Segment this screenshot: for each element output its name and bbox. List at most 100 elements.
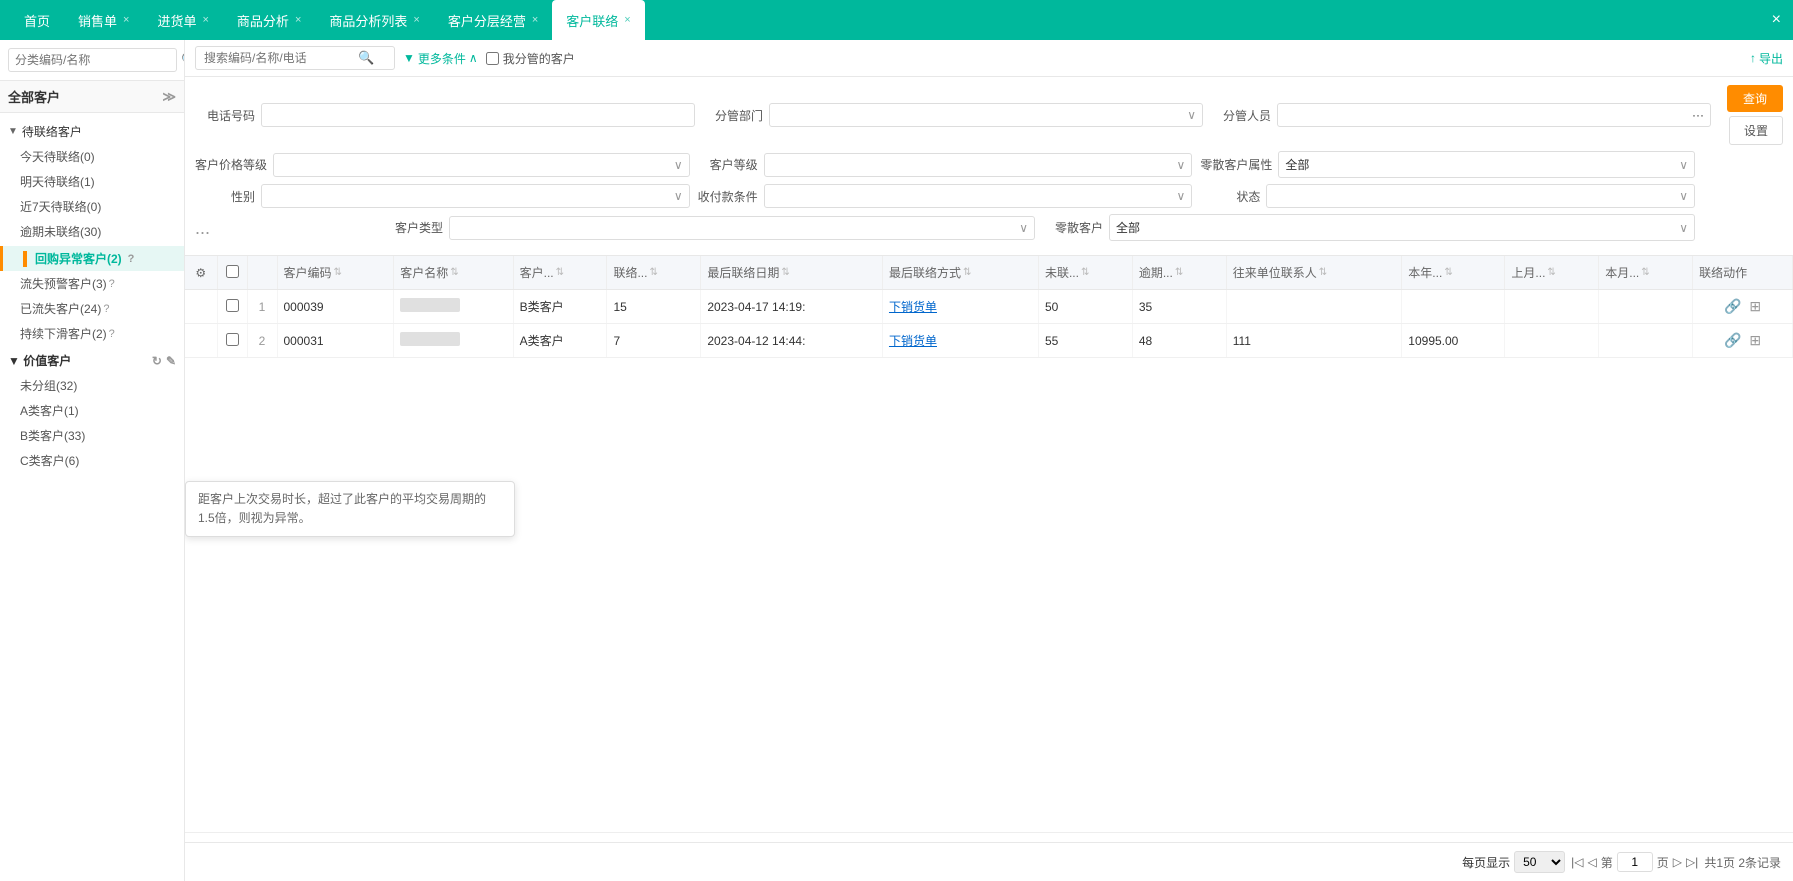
retail-customer-select[interactable]: 全部 ∨: [1109, 214, 1695, 241]
sidebar-item-7days[interactable]: 近7天待联络(0): [0, 194, 184, 219]
status-select[interactable]: ∨: [1266, 184, 1695, 208]
gender-select[interactable]: ∨: [261, 184, 690, 208]
next-page-icon[interactable]: ▷: [1673, 855, 1682, 869]
sidebar-item-ungrouped[interactable]: 未分组(32): [0, 373, 184, 398]
churned-help-icon: ?: [103, 303, 109, 315]
retail-customer-arrow-icon: ∨: [1679, 221, 1688, 235]
my-customer-check[interactable]: [486, 52, 499, 65]
export-btn[interactable]: ↑ 导出: [1750, 50, 1783, 67]
sidebar-item-overdue[interactable]: 逾期未联络(30): [0, 219, 184, 244]
filter-search-input[interactable]: [204, 51, 354, 65]
sidebar-item-declining[interactable]: 持续下滑客户(2) ?: [0, 321, 184, 346]
sidebar-item-b-customers[interactable]: B类客户(33): [0, 423, 184, 448]
sidebar-item-a-customers[interactable]: A类客户(1): [0, 398, 184, 423]
filter-payment-cell: 收付款条件 ∨: [698, 184, 1193, 208]
first-page-icon[interactable]: |◁: [1571, 855, 1583, 869]
sidebar-item-abnormal-repurchase[interactable]: 回购异常客户(2) ?: [0, 246, 184, 271]
select-all-checkbox[interactable]: [226, 265, 239, 278]
filter-customer-level-cell: 客户等级 ∨: [698, 153, 1193, 177]
sidebar-item-tomorrow[interactable]: 明天待联络(1): [0, 169, 184, 194]
sidebar: 🔍 全部客户 ≫ ▼ 待联络客户 今天待联络(0) 明天待联络(1) 近7天待联…: [0, 40, 185, 881]
th-settings[interactable]: ⚙: [185, 256, 217, 290]
th-last-contact-date[interactable]: 最后联络日期 ⇅: [701, 256, 883, 290]
last-page-icon[interactable]: ▷|: [1686, 855, 1698, 869]
sidebar-search-input[interactable]: [8, 48, 177, 72]
th-no-purchase[interactable]: 未联... ⇅: [1038, 256, 1132, 290]
th-unit-contacts[interactable]: 往来单位联系人 ⇅: [1226, 256, 1402, 290]
filter-customer-type-cell: 客户类型 ∨: [383, 216, 1035, 240]
nav-customer-ops[interactable]: 客户分层经营 ×: [434, 0, 552, 40]
customer-type-select[interactable]: ∨: [449, 216, 1035, 240]
value-edit-icon[interactable]: ✎: [166, 354, 176, 368]
action-link-icon[interactable]: 🔗: [1724, 332, 1741, 349]
close-sales-icon[interactable]: ×: [123, 14, 129, 26]
settings-button[interactable]: 设置: [1729, 116, 1783, 145]
payment-arrow-icon: ∨: [1177, 189, 1186, 203]
page-end-label: 页: [1657, 854, 1669, 871]
close-all-tabs-icon[interactable]: ×: [1772, 11, 1781, 29]
sidebar-value-title[interactable]: ▼ 价值客户 ↻ ✎: [0, 348, 184, 373]
more-conditions-arrow-icon: ∧: [469, 51, 478, 65]
sidebar-item-churned[interactable]: 已流失客户(24) ?: [0, 296, 184, 321]
sidebar-item-churn-warn[interactable]: 流失预警客户(3) ?: [0, 271, 184, 296]
status-label: 状态: [1200, 188, 1260, 205]
row-contact-count: 15: [607, 290, 701, 324]
my-customer-checkbox[interactable]: 我分管的客户: [486, 50, 575, 67]
filter-search-box: 🔍: [195, 46, 395, 70]
nav-purchase[interactable]: 进货单 ×: [143, 0, 222, 40]
nav-sales[interactable]: 销售单 ×: [64, 0, 143, 40]
branch-dept-select[interactable]: ∨: [769, 103, 1203, 127]
close-analysis-list-icon[interactable]: ×: [413, 14, 419, 26]
filter-search-icon[interactable]: 🔍: [358, 50, 374, 66]
phone-input[interactable]: [261, 103, 695, 127]
row-checkbox-cell[interactable]: [217, 290, 247, 324]
price-level-arrow-icon: ∨: [674, 158, 683, 172]
th-code[interactable]: 客户编码 ⇅: [277, 256, 394, 290]
filter-more-dots[interactable]: ...: [195, 218, 210, 238]
row-checkbox[interactable]: [226, 299, 239, 312]
nav-home[interactable]: 首页: [10, 0, 64, 40]
close-customer-contact-icon[interactable]: ×: [624, 14, 630, 26]
retail-attr-select[interactable]: 全部 ∨: [1278, 151, 1695, 178]
page-input[interactable]: [1617, 852, 1653, 872]
sidebar-collapse-icon[interactable]: ≫: [162, 89, 176, 105]
row-last-contact-method[interactable]: 下销货单: [882, 324, 1038, 358]
th-this-month[interactable]: 本月... ⇅: [1599, 256, 1693, 290]
th-last-month[interactable]: 上月... ⇅: [1505, 256, 1599, 290]
price-level-select[interactable]: ∨: [273, 153, 690, 177]
close-purchase-icon[interactable]: ×: [202, 14, 208, 26]
sidebar-item-c-customers[interactable]: C类客户(6): [0, 448, 184, 473]
th-name[interactable]: 客户名称 ⇅: [394, 256, 513, 290]
action-link-icon[interactable]: 🔗: [1724, 298, 1741, 315]
query-button[interactable]: 查询: [1727, 85, 1783, 112]
th-overdue[interactable]: 逾期... ⇅: [1132, 256, 1226, 290]
nav-analysis-list[interactable]: 商品分析列表 ×: [315, 0, 433, 40]
row-customer-type: A类客户: [513, 324, 607, 358]
branch-person-select[interactable]: ···: [1277, 103, 1711, 127]
th-last-contact-method[interactable]: 最后联络方式 ⇅: [882, 256, 1038, 290]
action-grid-icon[interactable]: ⊞: [1749, 298, 1761, 315]
close-analysis-icon[interactable]: ×: [295, 14, 301, 26]
table-area[interactable]: ⚙ 客户编码 ⇅: [185, 256, 1793, 832]
close-customer-ops-icon[interactable]: ×: [532, 14, 538, 26]
row-checkbox-cell[interactable]: [217, 324, 247, 358]
value-refresh-icon[interactable]: ↻: [152, 354, 162, 368]
prev-page-icon[interactable]: ◁: [1587, 855, 1596, 869]
nav-customer-contact[interactable]: 客户联络 ×: [552, 0, 644, 40]
overdue-sort-icon: ⇅: [1175, 267, 1183, 278]
horizontal-scrollbar[interactable]: [185, 832, 1793, 842]
per-page-select[interactable]: 50 10 20 100: [1514, 851, 1565, 873]
th-contact-count[interactable]: 联络... ⇅: [607, 256, 701, 290]
nav-analysis[interactable]: 商品分析 ×: [223, 0, 315, 40]
th-customer-type[interactable]: 客户... ⇅: [513, 256, 607, 290]
th-this-year[interactable]: 本年... ⇅: [1402, 256, 1505, 290]
more-conditions-btn[interactable]: ▼ 更多条件 ∧: [403, 50, 478, 67]
sidebar-item-today[interactable]: 今天待联络(0): [0, 144, 184, 169]
row-last-contact-method[interactable]: 下销货单: [882, 290, 1038, 324]
payment-select[interactable]: ∨: [764, 184, 1193, 208]
row-checkbox[interactable]: [226, 333, 239, 346]
customer-level-select[interactable]: ∨: [764, 153, 1193, 177]
sidebar-group-pending-title[interactable]: ▼ 待联络客户: [0, 119, 184, 144]
sidebar-group-pending: ▼ 待联络客户 今天待联络(0) 明天待联络(1) 近7天待联络(0) 逾期未联…: [0, 117, 184, 246]
action-grid-icon[interactable]: ⊞: [1749, 332, 1761, 349]
